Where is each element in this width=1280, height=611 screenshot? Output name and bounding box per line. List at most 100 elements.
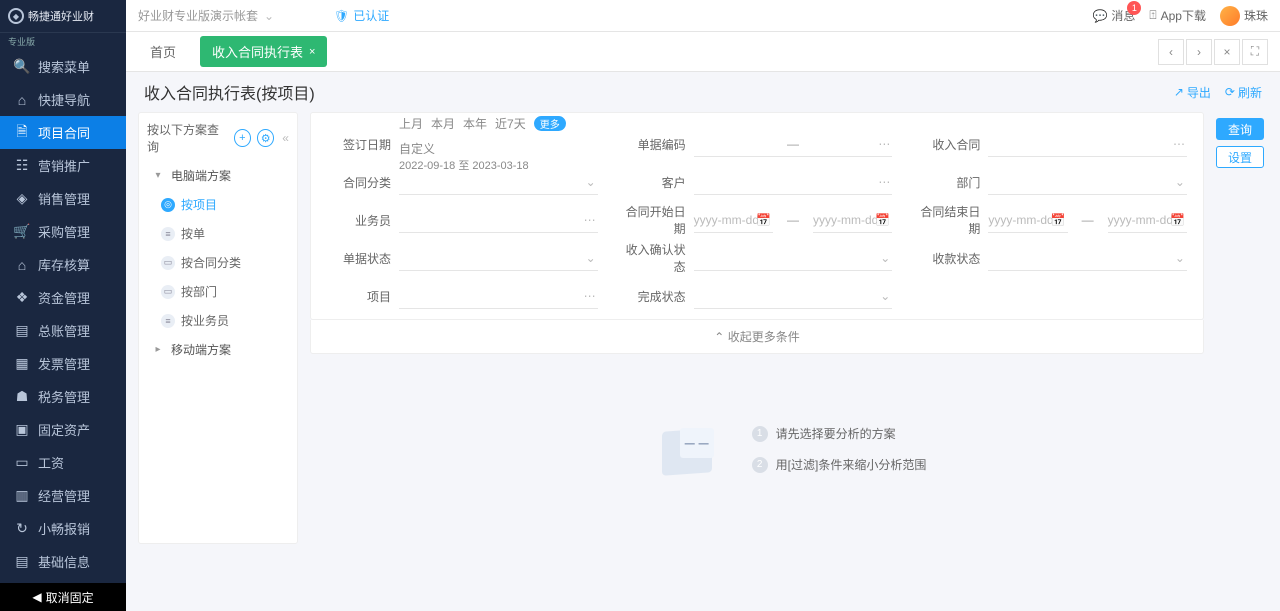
nav-label: 库存核算 [38,255,90,274]
income-contract-input[interactable]: ⋯ [988,131,1187,157]
nav-item-总账管理[interactable]: ▤总账管理 [0,314,126,347]
doc-status-label: 单据状态 [327,250,391,267]
receipt-status-label: 收款状态 [916,250,980,267]
nav-item-基础信息[interactable]: ▤基础信息 [0,545,126,578]
nav-label: 营销推广 [38,156,90,175]
tab-label: 收入合同执行表 [212,42,303,61]
nav-icon: ☗ [14,388,30,405]
user-menu[interactable]: 珠珠 [1220,6,1268,26]
nav-item-工资[interactable]: ▭工资 [0,446,126,479]
page-tabs: 首页 收入合同执行表 × ‹ › × ⛶ [126,32,1280,72]
nav-item-固定资产[interactable]: ▣固定资产 [0,413,126,446]
collapse-panel-icon[interactable]: « [282,131,289,145]
finish-status-select[interactable]: ⌄ [694,283,893,309]
query-button[interactable]: 查询 [1216,118,1264,140]
pin-icon: ◀ [32,590,41,604]
verified-badge: 🛡 已认证 [334,7,389,24]
chevron-down-icon: ⌄ [586,175,596,189]
scheme-settings-button[interactable]: ⚙ [257,129,274,147]
nav: 🔍搜索菜单⌂快捷导航🗎项目合同☷营销推广◈销售管理🛒采购管理⌂库存核算❖资金管理… [0,50,126,583]
tab-prev-button[interactable]: ‹ [1158,39,1184,65]
tree-item-按合同分类[interactable]: ▭按合同分类 [147,248,289,277]
tree-group[interactable]: ▸移动端方案 [147,335,289,364]
date-chip[interactable]: 上月 [399,115,423,132]
nav-item-采购管理[interactable]: 🛒采购管理 [0,215,126,248]
project-input[interactable]: ⋯ [399,283,598,309]
doc-no-input[interactable]: —⋯ [694,131,893,157]
collapse-filters-button[interactable]: ⌃ 收起更多条件 [310,320,1204,354]
tree-item-按单[interactable]: ≡按单 [147,219,289,248]
end-date-from[interactable]: yyyy-mm-dd📅 [988,207,1067,233]
doc-no-label: 单据编码 [622,136,686,153]
tab-income-contract[interactable]: 收入合同执行表 × [200,36,327,67]
receipt-status-select[interactable]: ⌄ [988,245,1187,271]
start-date-from[interactable]: yyyy-mm-dd📅 [694,207,773,233]
tree-group[interactable]: ▾电脑端方案 [147,161,289,190]
dept-select[interactable]: ⌄ [988,169,1187,195]
nav-label: 总账管理 [38,321,90,340]
tab-home[interactable]: 首页 [138,36,188,67]
step2-text: 用[过滤]条件来缩小分析范围 [776,456,927,473]
tree-item-按业务员[interactable]: ≡按业务员 [147,306,289,335]
fullscreen-button[interactable]: ⛶ [1242,39,1268,65]
salesman-input[interactable]: ⋯ [399,207,598,233]
filter-panel: 签订日期 上月本月本年近7天更多自定义 2022-09-18 至 2023-03… [310,112,1204,320]
ellipsis-icon: ⋯ [584,289,596,303]
date-custom-chip[interactable]: 自定义 [399,140,435,157]
download-button[interactable]: ⍐ App下载 [1149,7,1206,24]
nav-item-搜索菜单[interactable]: 🔍搜索菜单 [0,50,126,83]
tab-next-button[interactable]: › [1186,39,1212,65]
nav-item-库存核算[interactable]: ⌂库存核算 [0,248,126,281]
collapse-label: 收起更多条件 [728,330,800,344]
date-chip[interactable]: 本年 [463,115,487,132]
empty-step-1: 1请先选择要分析的方案 [752,425,927,442]
tree-item-label: 按部门 [181,283,217,300]
export-label: 导出 [1187,84,1211,101]
tree-item-按部门[interactable]: ▭按部门 [147,277,289,306]
nav-item-销售管理[interactable]: ◈销售管理 [0,182,126,215]
nav-label: 小畅报销 [38,519,90,538]
contract-cat-select[interactable]: ⌄ [399,169,598,195]
customer-input[interactable]: ⋯ [694,169,893,195]
add-scheme-button[interactable]: + [234,129,251,147]
income-contract-label: 收入合同 [916,136,980,153]
download-icon: ⍐ [1149,8,1156,23]
nav-icon: 🔍 [14,58,30,75]
doc-status-select[interactable]: ⌄ [399,245,598,271]
date-chip[interactable]: 本月 [431,115,455,132]
nav-item-项目合同[interactable]: 🗎项目合同 [0,116,126,149]
context-selector[interactable]: 好业财专业版演示帐套 ⌄ [138,7,318,24]
calendar-icon: 📅 [756,213,771,227]
start-date-to[interactable]: yyyy-mm-dd📅 [813,207,892,233]
tree-item-label: 按项目 [181,196,217,213]
nav-item-经营管理[interactable]: ▥经营管理 [0,479,126,512]
settings-button[interactable]: 设置 [1216,146,1264,168]
end-date-to[interactable]: yyyy-mm-dd📅 [1108,207,1187,233]
nav-icon: 🛒 [14,223,30,240]
calendar-icon: 📅 [875,213,890,227]
nav-item-发票管理[interactable]: ▦发票管理 [0,347,126,380]
nav-item-营销推广[interactable]: ☷营销推广 [0,149,126,182]
end-date-label: 合同结束日期 [916,203,980,237]
income-confirm-select[interactable]: ⌄ [694,245,893,271]
close-icon[interactable]: × [309,46,315,58]
nav-item-税务管理[interactable]: ☗ 税务管理 [0,380,126,413]
date-chip[interactable]: 近7天 [495,115,526,132]
tab-close-button[interactable]: × [1214,39,1240,65]
nav-label: 税务管理 [38,387,90,406]
verified-label: 已认证 [353,7,389,24]
refresh-button[interactable]: ⟳ 刷新 [1225,84,1262,101]
tree-item-icon: ◎ [161,198,175,212]
messages-button[interactable]: 💬 消息 1 [1092,7,1135,24]
pin-toggle[interactable]: ◀ 取消固定 [0,583,126,611]
tree-item-按项目[interactable]: ◎ 按项目 [147,190,289,219]
export-button[interactable]: ↗ 导出 [1174,84,1211,101]
date-more-chip[interactable]: 更多 [534,116,566,131]
group-label: 移动端方案 [171,341,231,358]
chevron-down-icon: ⌄ [1175,175,1185,189]
empty-step-2: 2用[过滤]条件来缩小分析范围 [752,456,927,473]
nav-item-小畅报销[interactable]: ↻小畅报销 [0,512,126,545]
nav-item-资金管理[interactable]: ❖资金管理 [0,281,126,314]
chevron-down-icon: ⌄ [264,9,274,23]
nav-item-快捷导航[interactable]: ⌂快捷导航 [0,83,126,116]
